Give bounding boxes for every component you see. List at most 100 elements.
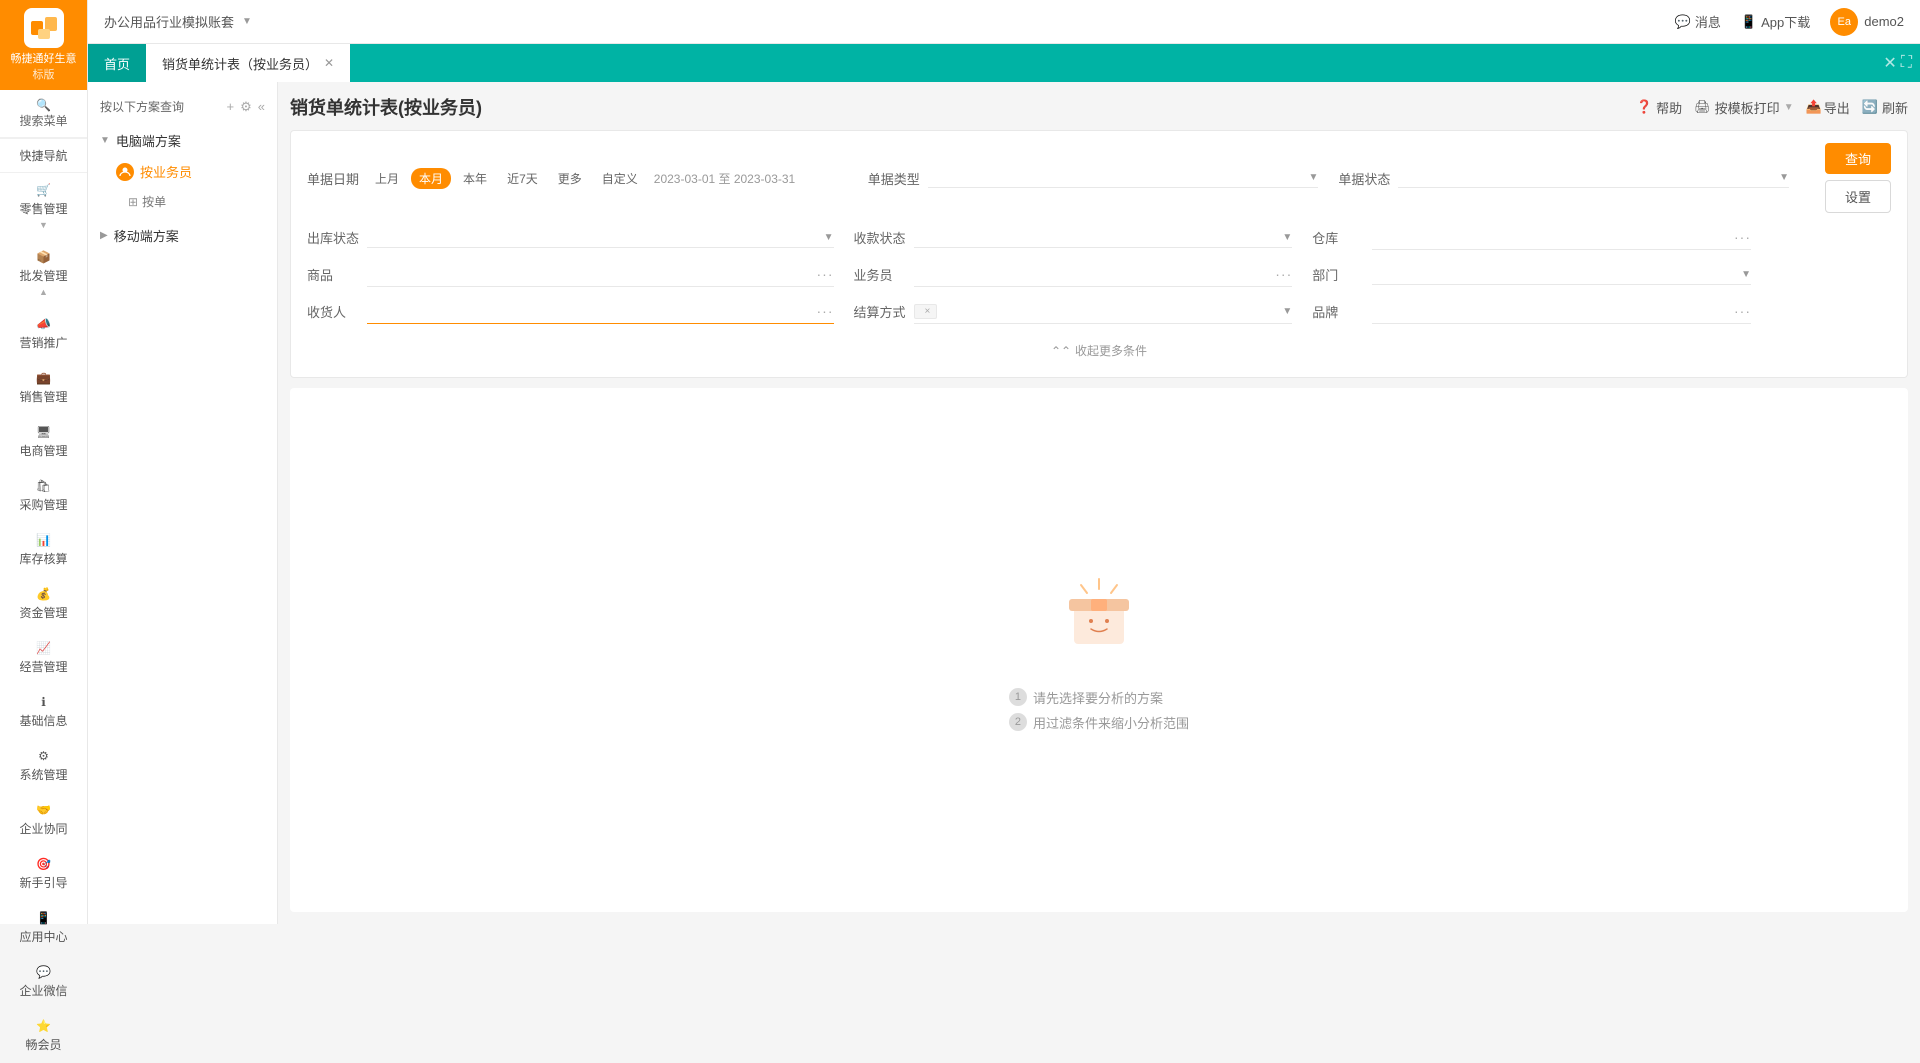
sidebar-item-finance[interactable]: 💰 资金管理 [0,577,87,631]
docstatus-label: 单据状态 [1338,169,1390,188]
paymentmethod-tag-close[interactable]: × [925,306,931,317]
sidebar-item-appcenter[interactable]: 📱 应用中心 [0,901,87,955]
page-actions: ❓ 帮助 🖨 按模板打印 ▼ 📤 导出 🔄 刷新 [1636,98,1908,117]
date-btn-more[interactable]: 更多 [550,168,590,189]
left-panel: 按以下方案查询 + ⚙ « ▼ 电脑端方案 按业务员 [88,82,278,924]
receiver-dropdown[interactable]: ··· [367,299,834,324]
workspace-selector[interactable]: 办公用品行业模拟账套 ▼ [104,12,252,31]
search-menu[interactable]: 🔍 搜索菜单 [0,90,87,138]
sales-icon: 💼 [36,371,51,385]
sidebar-item-inventory[interactable]: 📊 库存核算 [0,523,87,577]
mobile-scheme-toggle[interactable]: ▶ 移动端方案 [88,220,277,251]
paymentstatus-arrow-icon: ▼ [1282,232,1292,243]
tab-bar: 首页 销货单统计表（按业务员） ✕ ✕ ⛶ [88,44,1920,82]
desktop-scheme-toggle[interactable]: ▼ 电脑端方案 [88,125,277,156]
left-panel-header: 按以下方案查询 + ⚙ « [88,92,277,121]
tab-close-icon[interactable]: ✕ [324,56,334,70]
date-btn-last7days[interactable]: 近7天 [499,168,546,189]
doctype-dropdown[interactable]: ▼ [928,168,1319,188]
sidebar-item-cooperation[interactable]: 🤝 企业协同 [0,793,87,847]
tab-home[interactable]: 首页 [88,44,146,82]
sidebar-item-wholesale[interactable]: 📦 批发管理 ▲ [0,240,87,307]
sidebar-item-newguide[interactable]: 🎯 新手引导 [0,847,87,901]
sidebar-item-ecommerce[interactable]: 🖥 电商管理 [0,415,87,469]
paymentmethod-dropdown[interactable]: × ▼ [914,300,1293,324]
stockstatus-arrow-icon: ▼ [824,232,834,243]
query-button[interactable]: 查询 [1825,143,1891,174]
collapse-button[interactable]: ⌃⌃ 收起更多条件 [1045,336,1153,365]
collapse-row: ⌃⌃ 收起更多条件 [307,336,1891,365]
date-filter-options: 上月 本月 本年 近7天 更多 自定义 2023-03-01 至 2023-03… [367,168,848,189]
salesperson-dots-icon: ··· [1275,266,1292,282]
collapse-panel-icon[interactable]: « [258,99,265,115]
operations-icon: 📈 [36,641,51,655]
paymentstatus-dropdown[interactable]: ▼ [914,228,1293,248]
sidebar-item-purchase[interactable]: 🛍 采购管理 [0,469,87,523]
header-actions: 💬 消息 📱 App下载 Ea demo2 [1675,8,1904,36]
empty-tip-1: 1 请先选择要分析的方案 [1009,688,1189,707]
messages-btn[interactable]: 💬 消息 [1675,12,1721,31]
salesperson-dropdown[interactable]: ··· [914,262,1293,287]
add-scheme-icon[interactable]: + [227,99,235,115]
date-btn-lastmonth[interactable]: 上月 [367,168,407,189]
paymentmethod-arrow-icon: ▼ [1282,306,1292,317]
date-range-display: 2023-03-01 至 2023-03-31 [654,170,795,187]
department-dropdown[interactable]: ▼ [1372,265,1751,285]
avatar: Ea [1830,8,1858,36]
filter-stockstatus: 出库状态 ▼ [307,228,854,248]
print-btn[interactable]: 🖨 按模板打印 ▼ [1694,98,1793,117]
product-dots-icon: ··· [817,266,834,282]
main-area: 办公用品行业模拟账套 ▼ 💬 消息 📱 App下载 Ea demo2 首页 [88,0,1920,924]
help-btn[interactable]: ❓ 帮助 [1636,98,1682,117]
close-tab-icon[interactable]: ✕ [1883,53,1896,73]
doctype-label: 单据类型 [868,169,920,188]
filter-row-4: 收货人 ··· 结算方式 × ▼ [307,299,1891,324]
print-icon: 🖨 [1694,99,1711,115]
docstatus-dropdown[interactable]: ▼ [1398,168,1789,188]
desktop-scheme-group: ▼ 电脑端方案 按业务员 ⊞ 按单 [88,125,277,216]
product-dropdown[interactable]: ··· [367,262,834,287]
panel-header-icons: + ⚙ « [227,99,265,115]
marketing-icon: 📣 [36,317,51,331]
tab-sales-stat[interactable]: 销货单统计表（按业务员） ✕ [146,44,350,82]
salesperson-label: 业务员 [854,265,906,284]
empty-tips: 1 请先选择要分析的方案 2 用过滤条件来缩小分析范围 [1009,688,1189,732]
sidebar-item-basicinfo[interactable]: ℹ 基础信息 [0,685,87,739]
app-logo[interactable]: 畅捷通好生意 标版 [0,0,87,90]
sidebar-item-marketing[interactable]: 📣 营销推广 [0,307,87,361]
sidebar-item-corpwechat[interactable]: 💬 企业微信 [0,955,87,1009]
sidebar-item-system[interactable]: ⚙ 系统管理 [0,739,87,793]
sidebar-item-retail[interactable]: 🛒 零售管理 ▼ [0,173,87,240]
filter-product: 商品 ··· [307,262,854,287]
quicknav[interactable]: 快捷导航 [0,138,87,173]
date-btn-thisyear[interactable]: 本年 [455,168,495,189]
export-btn[interactable]: 📤 导出 [1806,98,1850,117]
scheme-item-by-salesman[interactable]: 按业务员 [88,156,277,187]
basicinfo-icon: ℹ [41,695,46,709]
sidebar-item-sales[interactable]: 💼 销售管理 [0,361,87,415]
date-btn-thismonth[interactable]: 本月 [411,168,451,189]
ecommerce-icon: 🖥 [36,425,51,439]
maximize-icon[interactable]: ⛶ [1901,54,1912,72]
warehouse-dots-icon: ··· [1734,229,1751,245]
inventory-icon: 📊 [36,533,51,547]
stockstatus-dropdown[interactable]: ▼ [367,228,833,248]
sub-item-by-order[interactable]: ⊞ 按单 [88,187,277,216]
user-menu[interactable]: Ea demo2 [1830,8,1904,36]
receiver-label: 收货人 [307,302,359,321]
brand-dropdown[interactable]: ··· [1372,299,1751,324]
settings-button[interactable]: 设置 [1825,180,1891,213]
settings-scheme-icon[interactable]: ⚙ [240,99,252,115]
filter-salesperson: 业务员 ··· [854,262,1313,287]
stockstatus-label: 出库状态 [307,228,359,247]
filter-row-3: 商品 ··· 业务员 ··· 部门 [307,262,1891,287]
newguide-icon: 🎯 [36,857,51,871]
date-btn-custom[interactable]: 自定义 [594,168,646,189]
filter-doctype: 单据类型 ▼ [868,168,1339,188]
app-download-btn[interactable]: 📱 App下载 [1741,12,1810,31]
warehouse-dropdown[interactable]: ··· [1372,225,1751,250]
filter-paymentstatus: 收款状态 ▼ [854,228,1313,248]
sidebar-item-member[interactable]: ⭐ 畅会员 [0,1009,87,1063]
sidebar-item-operations[interactable]: 📈 经营管理 [0,631,87,685]
refresh-btn[interactable]: 🔄 刷新 [1862,98,1908,117]
